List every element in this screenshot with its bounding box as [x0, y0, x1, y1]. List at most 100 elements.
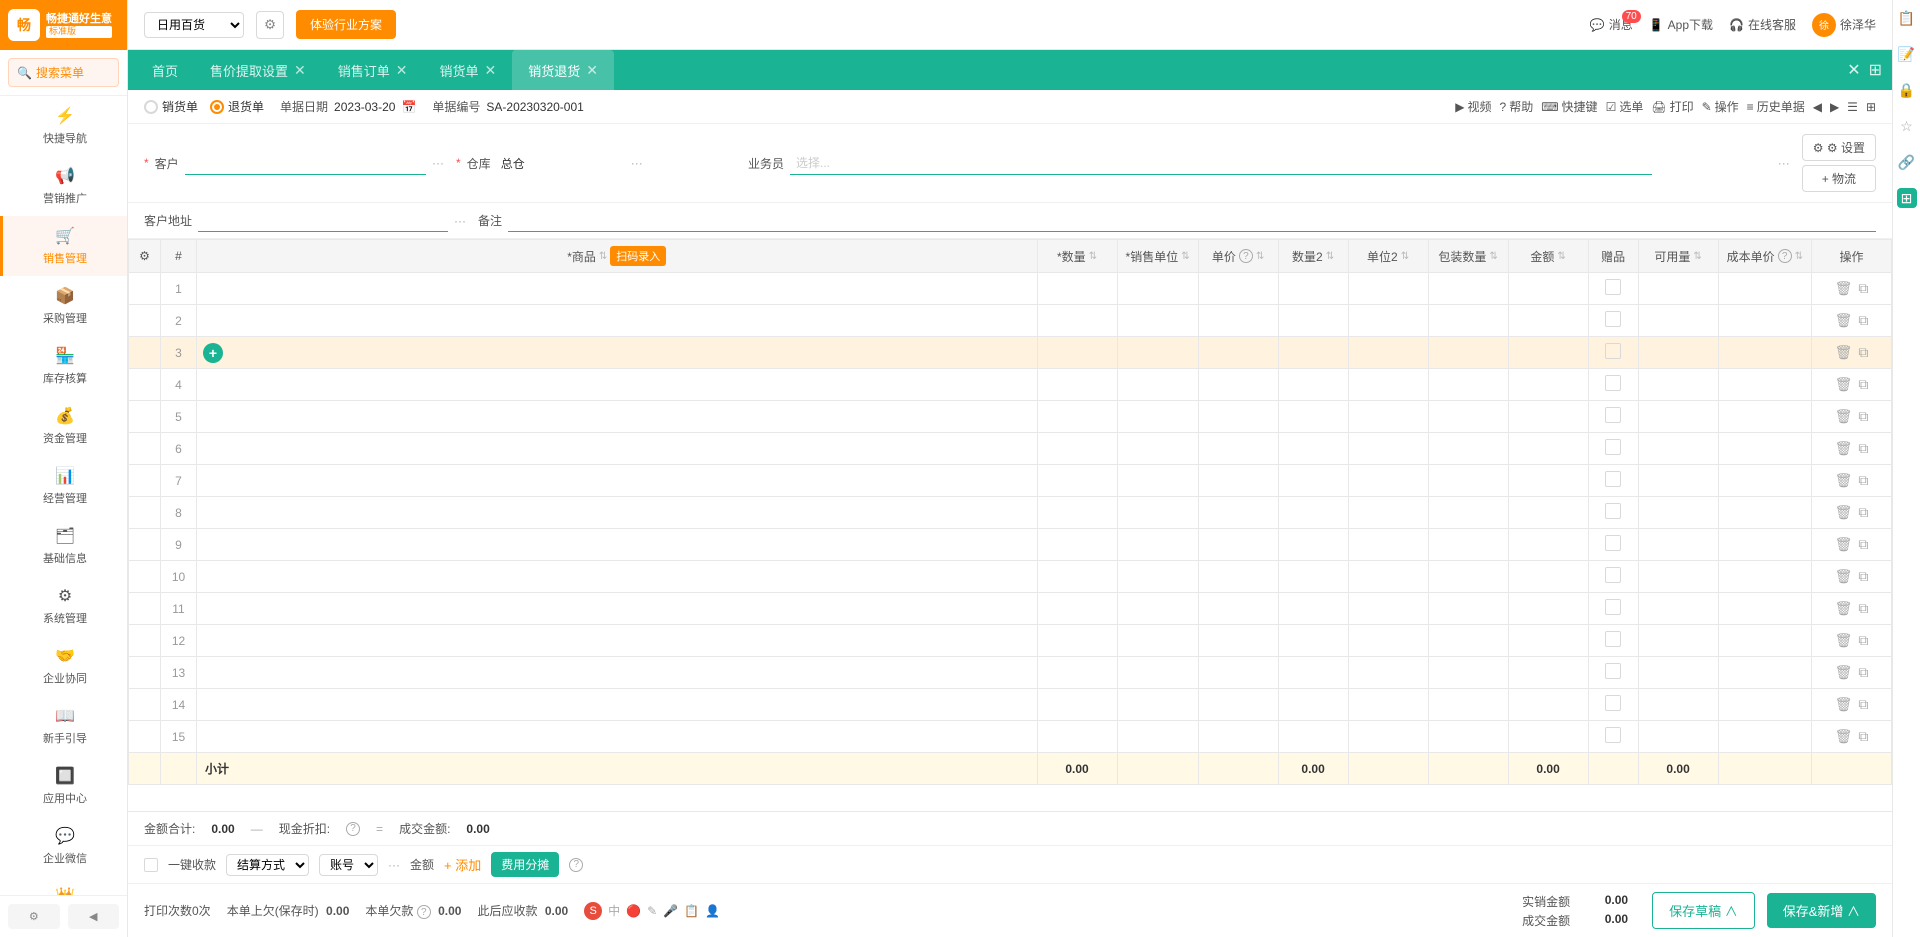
gift-checkbox[interactable] — [1605, 631, 1621, 647]
row-pkg-cell[interactable] — [1428, 433, 1508, 465]
row-qty-cell[interactable] — [1037, 593, 1117, 625]
row-unit2-cell[interactable] — [1348, 721, 1428, 753]
row-cost-cell[interactable] — [1718, 401, 1811, 433]
tab-sales-return[interactable]: 销货退货 ✕ — [512, 50, 614, 90]
warehouse-select-icon[interactable]: ··· — [631, 156, 643, 170]
amount-sort-icon[interactable]: ⇅ — [1557, 251, 1565, 262]
row-cost-cell[interactable] — [1718, 689, 1811, 721]
row-qty-cell[interactable] — [1037, 465, 1117, 497]
gift-checkbox[interactable] — [1605, 727, 1621, 743]
sidebar-item-sales[interactable]: 🛒 销售管理 — [0, 216, 127, 276]
row-price-cell[interactable] — [1198, 465, 1278, 497]
save-draft-button[interactable]: 保存草稿 ∧ — [1652, 892, 1755, 929]
settings-side-button[interactable]: ⚙ ⚙ 设置 — [1802, 134, 1876, 161]
row-qty-cell[interactable] — [1037, 689, 1117, 721]
row-qty2-cell[interactable] — [1278, 529, 1348, 561]
account-dots-icon[interactable]: ··· — [388, 858, 400, 872]
online-service-button[interactable]: 🎧 在线客服 — [1729, 16, 1796, 33]
price-sort-icon[interactable]: ⇅ — [1256, 251, 1264, 262]
row-amount-cell[interactable] — [1508, 721, 1588, 753]
row-cost-cell[interactable] — [1718, 561, 1811, 593]
row-qty2-cell[interactable] — [1278, 721, 1348, 753]
row-gift-cell[interactable] — [1588, 529, 1638, 561]
row-price-cell[interactable] — [1198, 273, 1278, 305]
gift-checkbox[interactable] — [1605, 695, 1621, 711]
sidebar-item-wechat[interactable]: 💬 企业微信 — [0, 816, 127, 876]
sidebar-item-marketing[interactable]: 📢 营销推广 — [0, 156, 127, 216]
next-button[interactable]: ▶ — [1830, 100, 1839, 114]
shortcut-button[interactable]: ⌨ 快捷键 — [1541, 98, 1597, 115]
row-unit2-cell[interactable] — [1348, 401, 1428, 433]
row-pkg-cell[interactable] — [1428, 721, 1508, 753]
customer-select-icon[interactable]: ··· — [432, 156, 444, 170]
row-qty-cell[interactable] — [1037, 433, 1117, 465]
cost-info-icon[interactable]: ? — [1778, 249, 1792, 263]
avail-sort-icon[interactable]: ⇅ — [1693, 251, 1701, 262]
close-tab-button[interactable]: ✕ — [1845, 58, 1862, 82]
note-input[interactable] — [508, 209, 1876, 232]
gift-checkbox[interactable] — [1605, 343, 1621, 359]
row-cost-cell[interactable] — [1718, 529, 1811, 561]
row-qty-cell[interactable] — [1037, 529, 1117, 561]
copy-row-button[interactable]: ⧉ — [1858, 504, 1868, 521]
row-qty2-cell[interactable] — [1278, 401, 1348, 433]
row-unit-cell[interactable] — [1117, 721, 1198, 753]
row-product-cell[interactable] — [197, 689, 1038, 721]
delete-row-button[interactable]: 🗑 — [1835, 600, 1853, 617]
gift-checkbox[interactable] — [1605, 311, 1621, 327]
row-price-cell[interactable] — [1198, 337, 1278, 369]
copy-row-button[interactable]: ⧉ — [1858, 408, 1868, 425]
row-pkg-cell[interactable] — [1428, 369, 1508, 401]
right-panel-icon-2[interactable]: 📝 — [1897, 44, 1917, 64]
print-button[interactable]: 🖨 打印 — [1651, 98, 1693, 115]
copy-row-button[interactable]: ⧉ — [1858, 632, 1868, 649]
row-qty-cell[interactable] — [1037, 497, 1117, 529]
customer-input[interactable] — [185, 152, 426, 175]
right-panel-icon-6[interactable]: ⊞ — [1897, 188, 1917, 208]
row-price-cell[interactable] — [1198, 721, 1278, 753]
row-product-cell[interactable] — [197, 305, 1038, 337]
row-pkg-cell[interactable] — [1428, 497, 1508, 529]
col-settings-header[interactable]: ⚙ — [129, 240, 161, 273]
row-gift-cell[interactable] — [1588, 657, 1638, 689]
gift-checkbox[interactable] — [1605, 407, 1621, 423]
row-pkg-cell[interactable] — [1428, 273, 1508, 305]
row-gift-cell[interactable] — [1588, 337, 1638, 369]
trial-button[interactable]: 体验行业方案 — [296, 10, 396, 39]
sidebar-item-enterprise[interactable]: 🤝 企业协同 — [0, 636, 127, 696]
row-product-cell[interactable] — [197, 369, 1038, 401]
delete-row-button[interactable]: 🗑 — [1835, 344, 1853, 361]
copy-row-button[interactable]: ⧉ — [1858, 568, 1868, 585]
row-pkg-cell[interactable] — [1428, 529, 1508, 561]
tab-sales-bill[interactable]: 销货单 ✕ — [424, 50, 513, 90]
row-amount-cell[interactable] — [1508, 625, 1588, 657]
payment-checkbox[interactable] — [144, 858, 158, 872]
salesperson-input[interactable] — [790, 152, 1652, 175]
fenbao-info-icon[interactable]: ? — [569, 858, 583, 872]
row-unit2-cell[interactable] — [1348, 337, 1428, 369]
delete-row-button[interactable]: 🗑 — [1835, 312, 1853, 329]
calc-method-select[interactable]: 结算方式 — [226, 854, 309, 876]
copy-row-button[interactable]: ⧉ — [1858, 696, 1868, 713]
right-panel-icon-4[interactable]: ☆ — [1897, 116, 1917, 136]
row-product-cell[interactable] — [197, 625, 1038, 657]
row-amount-cell[interactable] — [1508, 529, 1588, 561]
calc-info-icon[interactable]: ? — [346, 822, 360, 836]
row-cost-cell[interactable] — [1718, 433, 1811, 465]
row-unit-cell[interactable] — [1117, 433, 1198, 465]
row-unit2-cell[interactable] — [1348, 497, 1428, 529]
row-avail-cell[interactable] — [1638, 561, 1718, 593]
row-qty-cell[interactable] — [1037, 337, 1117, 369]
cost-sort-icon[interactable]: ⇅ — [1795, 251, 1803, 262]
row-unit2-cell[interactable] — [1348, 593, 1428, 625]
sidebar-item-guide[interactable]: 📖 新手引导 — [0, 696, 127, 756]
row-avail-cell[interactable] — [1638, 689, 1718, 721]
row-qty2-cell[interactable] — [1278, 561, 1348, 593]
add-row-button[interactable]: + — [203, 343, 223, 363]
row-pkg-cell[interactable] — [1428, 401, 1508, 433]
row-amount-cell[interactable] — [1508, 433, 1588, 465]
tab-home[interactable]: 首页 — [136, 50, 194, 90]
sidebar-item-apps[interactable]: 🔲 应用中心 — [0, 756, 127, 816]
row-amount-cell[interactable] — [1508, 593, 1588, 625]
row-gift-cell[interactable] — [1588, 305, 1638, 337]
